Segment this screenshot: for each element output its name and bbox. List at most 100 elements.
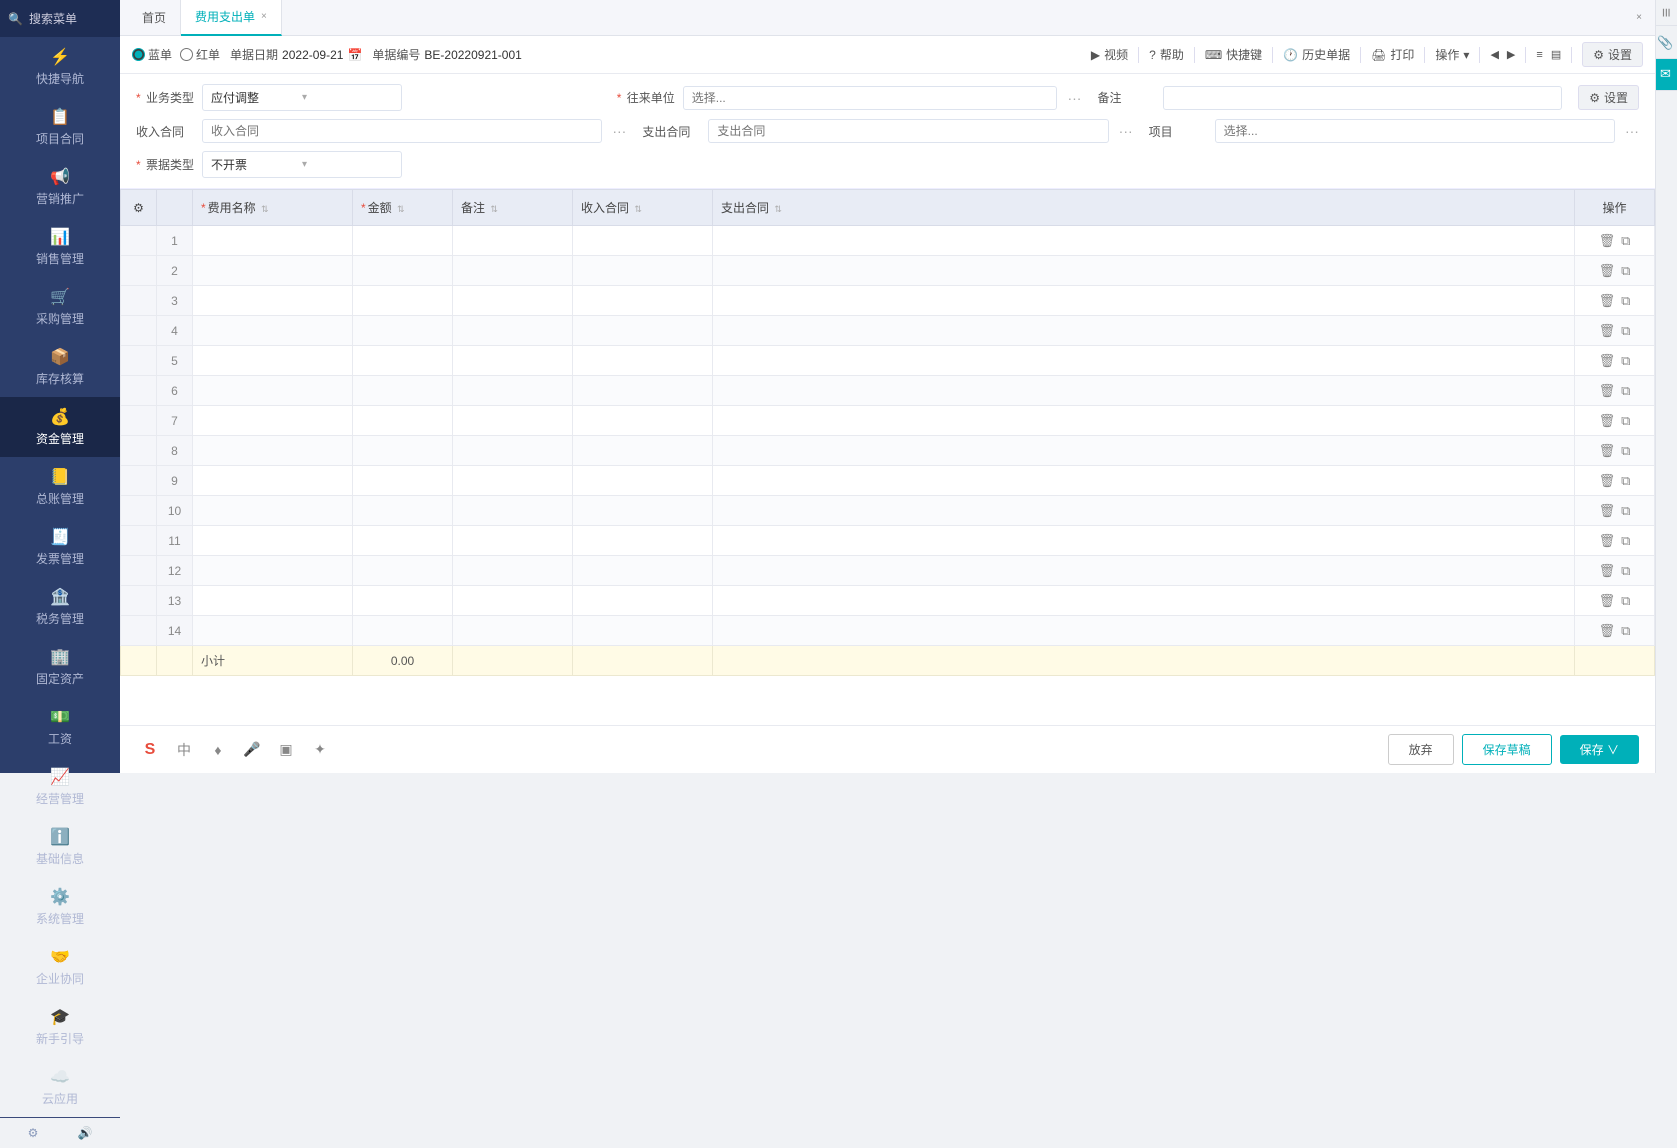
sidebar-item-newbie[interactable]: 🎓新手引导 — [0, 997, 120, 1057]
save-draft-btn[interactable]: 保存草稿 — [1462, 734, 1552, 765]
row-expense-cell[interactable] — [713, 436, 1575, 466]
operation-btn[interactable]: 操作 ▾ — [1435, 46, 1469, 63]
row-amount-cell[interactable] — [353, 376, 453, 406]
tab-expense-close[interactable]: × — [261, 11, 267, 22]
view-list-btn[interactable]: ≡ — [1536, 49, 1542, 61]
row-copy-icon[interactable]: ⧉ — [1621, 593, 1630, 609]
shortcut-btn[interactable]: ⌨ 快捷键 — [1205, 46, 1262, 63]
row-copy-icon[interactable]: ⧉ — [1621, 413, 1630, 429]
row-name-cell[interactable] — [193, 526, 353, 556]
row-income-cell[interactable] — [573, 256, 713, 286]
sidebar-item-invoice[interactable]: 🧾发票管理 — [0, 517, 120, 577]
row-name-cell[interactable] — [193, 316, 353, 346]
row-delete-icon[interactable]: 🗑 — [1599, 533, 1616, 549]
expense-contract-more-icon[interactable]: ··· — [1119, 123, 1133, 139]
diamond-icon[interactable]: ♦ — [204, 736, 232, 764]
row-expense-cell[interactable] — [713, 286, 1575, 316]
row-expense-cell[interactable] — [713, 586, 1575, 616]
window-close-btn[interactable]: × — [1631, 10, 1647, 26]
row-note-cell[interactable] — [453, 226, 573, 256]
expense-contract-input[interactable] — [708, 119, 1108, 143]
sort-name-icon[interactable]: ⇅ — [261, 204, 269, 214]
row-income-cell[interactable] — [573, 226, 713, 256]
row-income-cell[interactable] — [573, 586, 713, 616]
view-grid-btn[interactable]: ▤ — [1551, 48, 1561, 61]
row-income-cell[interactable] — [573, 406, 713, 436]
history-btn[interactable]: 🕐 历史单据 — [1283, 46, 1350, 63]
row-expense-cell[interactable] — [713, 526, 1575, 556]
settings-btn[interactable]: ⚙ 设置 — [1582, 42, 1643, 67]
row-copy-icon[interactable]: ⧉ — [1621, 233, 1630, 249]
row-delete-icon[interactable]: 🗑 — [1599, 503, 1616, 519]
sidebar-item-project-contract[interactable]: 📋项目合同 — [0, 97, 120, 157]
row-note-cell[interactable] — [453, 556, 573, 586]
row-income-cell[interactable] — [573, 466, 713, 496]
row-amount-cell[interactable] — [353, 346, 453, 376]
row-amount-cell[interactable] — [353, 226, 453, 256]
grid-icon[interactable]: ✦ — [306, 736, 334, 764]
row-note-cell[interactable] — [453, 616, 573, 646]
sort-amount-icon[interactable]: ⇅ — [397, 204, 405, 214]
row-delete-icon[interactable]: 🗑 — [1599, 353, 1616, 369]
row-name-cell[interactable] — [193, 436, 353, 466]
chinese-icon[interactable]: 中 — [170, 736, 198, 764]
row-copy-icon[interactable]: ⧉ — [1621, 293, 1630, 309]
right-tab-1[interactable]: ≡ — [1656, 0, 1677, 26]
income-contract-input[interactable] — [202, 119, 602, 143]
row-note-cell[interactable] — [453, 286, 573, 316]
right-tab-3[interactable]: ✉ — [1656, 59, 1677, 91]
sidebar-item-capital[interactable]: 💰资金管理 — [0, 397, 120, 457]
row-name-cell[interactable] — [193, 376, 353, 406]
row-note-cell[interactable] — [453, 526, 573, 556]
print-btn[interactable]: 🖨 打印 — [1371, 46, 1414, 63]
row-expense-cell[interactable] — [713, 256, 1575, 286]
row-delete-icon[interactable]: 🗑 — [1599, 593, 1616, 609]
counterpart-input[interactable] — [683, 86, 1058, 110]
tab-expense[interactable]: 费用支出单 × — [181, 0, 282, 36]
row-expense-cell[interactable] — [713, 376, 1575, 406]
sidebar-item-ledger[interactable]: 📒总账管理 — [0, 457, 120, 517]
row-amount-cell[interactable] — [353, 406, 453, 436]
income-contract-more-icon[interactable]: ··· — [612, 123, 626, 139]
form-settings-btn[interactable]: ⚙ 设置 — [1578, 85, 1639, 110]
sidebar-item-cloud-app[interactable]: ☁️云应用 — [0, 1057, 120, 1117]
radio-blue-label[interactable]: 蓝单 — [132, 46, 172, 63]
row-income-cell[interactable] — [573, 496, 713, 526]
sidebar-item-business[interactable]: 📈经营管理 — [0, 757, 120, 817]
row-name-cell[interactable] — [193, 556, 353, 586]
row-name-cell[interactable] — [193, 226, 353, 256]
settings-icon[interactable]: ⚙ — [28, 1126, 39, 1140]
sidebar-item-tax[interactable]: 🏦税务管理 — [0, 577, 120, 637]
sort-note-icon[interactable]: ⇅ — [490, 204, 498, 214]
radio-red-label[interactable]: 红单 — [180, 46, 220, 63]
row-copy-icon[interactable]: ⧉ — [1621, 353, 1630, 369]
counterpart-more-icon[interactable]: ··· — [1067, 90, 1081, 106]
sidebar-item-basic-info[interactable]: ℹ️基础信息 — [0, 817, 120, 877]
project-more-icon[interactable]: ··· — [1625, 123, 1639, 139]
row-delete-icon[interactable]: 🗑 — [1599, 323, 1616, 339]
row-copy-icon[interactable]: ⧉ — [1621, 383, 1630, 399]
row-income-cell[interactable] — [573, 376, 713, 406]
row-name-cell[interactable] — [193, 286, 353, 316]
row-income-cell[interactable] — [573, 346, 713, 376]
row-name-cell[interactable] — [193, 496, 353, 526]
sidebar-item-salary[interactable]: 💵工资 — [0, 697, 120, 757]
sidebar-item-sales[interactable]: 📊销售管理 — [0, 217, 120, 277]
row-delete-icon[interactable]: 🗑 — [1599, 443, 1616, 459]
row-income-cell[interactable] — [573, 526, 713, 556]
row-name-cell[interactable] — [193, 616, 353, 646]
copy-icon[interactable]: ▣ — [272, 736, 300, 764]
row-amount-cell[interactable] — [353, 556, 453, 586]
video-btn[interactable]: ▶ 视频 — [1091, 46, 1128, 63]
row-amount-cell[interactable] — [353, 316, 453, 346]
row-name-cell[interactable] — [193, 346, 353, 376]
row-copy-icon[interactable]: ⧉ — [1621, 563, 1630, 579]
row-note-cell[interactable] — [453, 586, 573, 616]
row-delete-icon[interactable]: 🗑 — [1599, 413, 1616, 429]
sidebar-item-enterprise[interactable]: 🤝企业协同 — [0, 937, 120, 997]
note-input[interactable] — [1163, 86, 1562, 110]
sidebar-item-marketing[interactable]: 📢营销推广 — [0, 157, 120, 217]
row-note-cell[interactable] — [453, 466, 573, 496]
row-amount-cell[interactable] — [353, 496, 453, 526]
row-copy-icon[interactable]: ⧉ — [1621, 443, 1630, 459]
